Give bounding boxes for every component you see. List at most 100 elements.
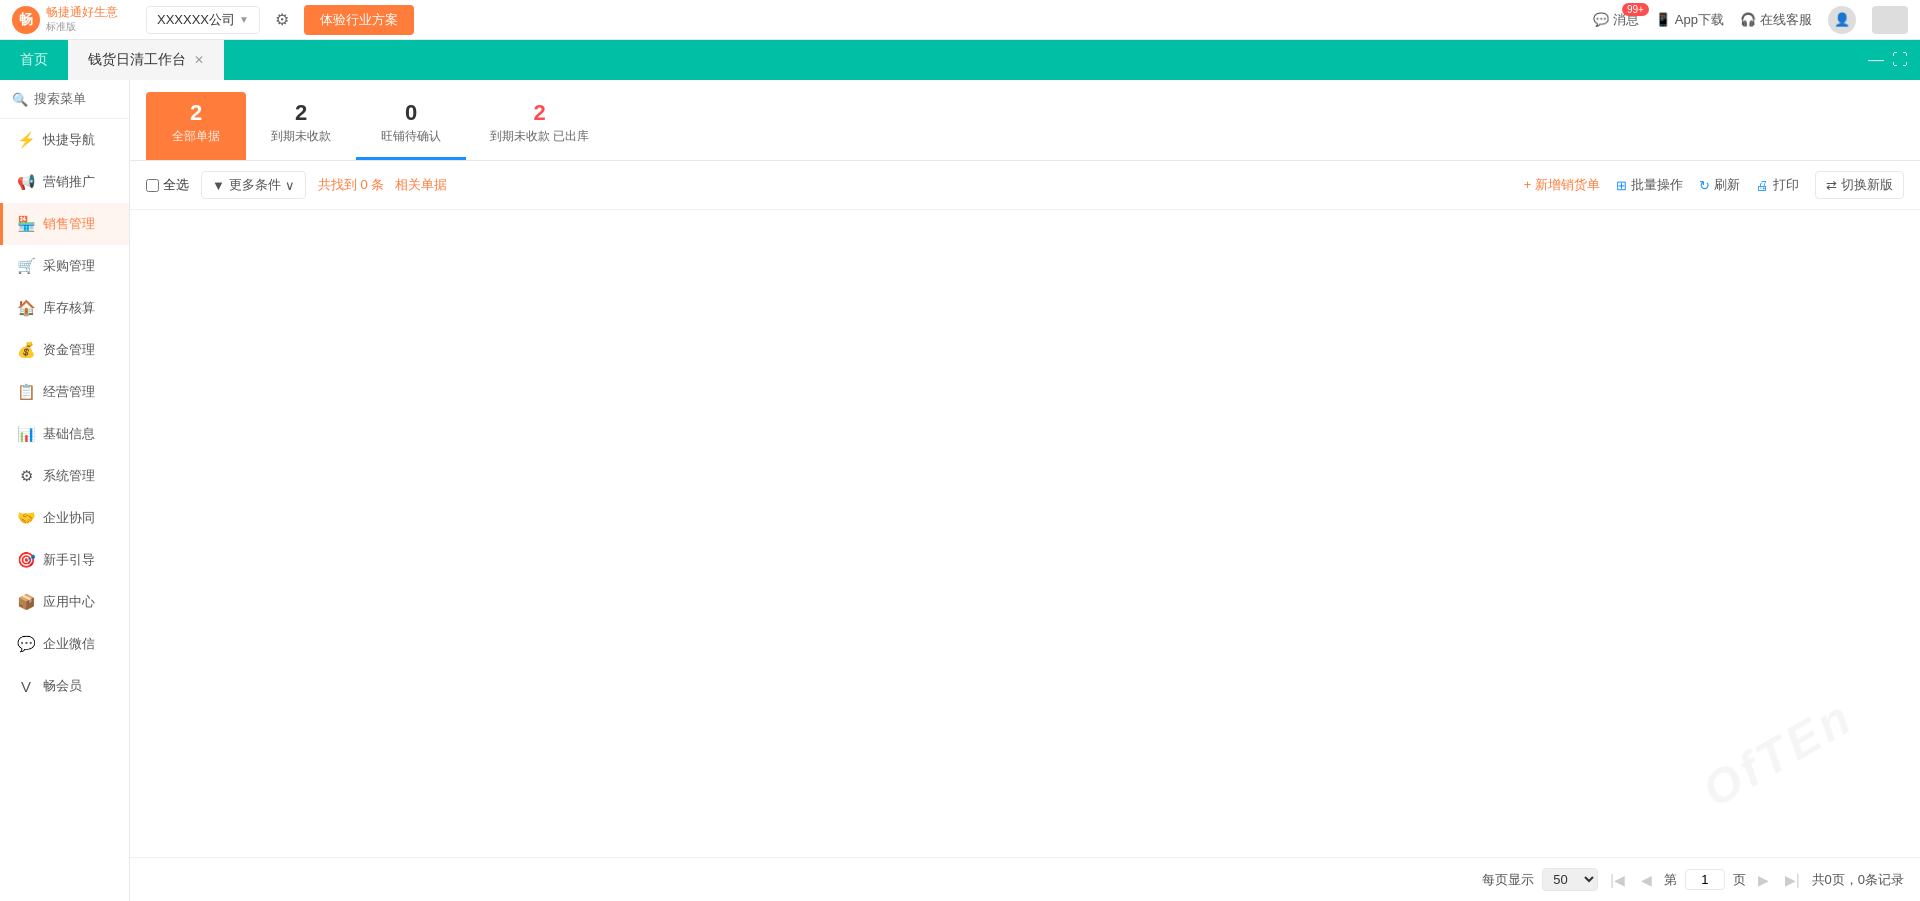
quick-nav-icon: ⚡	[17, 131, 35, 149]
stat-tab-shipped[interactable]: 2 到期未收款 已出库	[466, 92, 613, 160]
switch-icon: ⇄	[1826, 178, 1837, 193]
guide-icon: 🎯	[17, 551, 35, 569]
tab-bar-actions: — ⛶	[1868, 51, 1920, 69]
app-download-button[interactable]: 📱 App下载	[1655, 11, 1724, 29]
page-label-end: 页	[1733, 871, 1746, 889]
sidebar-item-quick-nav[interactable]: ⚡ 快捷导航	[0, 119, 129, 161]
print-icon: 🖨	[1756, 178, 1769, 193]
stats-tabs: 2 全部单据 2 到期未收款 0 旺铺待确认 2 到期未收款 已出库	[130, 80, 1920, 161]
sidebar-search[interactable]: 🔍 搜索菜单	[0, 80, 129, 119]
wechat-icon: 💬	[17, 635, 35, 653]
stat-tab-overdue[interactable]: 2 到期未收款	[246, 92, 356, 160]
sidebar-item-system[interactable]: ⚙ 系统管理	[0, 455, 129, 497]
download-icon: 📱	[1655, 12, 1671, 27]
batch-icon: ⊞	[1616, 178, 1627, 193]
stat-tab-pending[interactable]: 0 旺铺待确认	[356, 92, 466, 160]
page-input[interactable]	[1685, 869, 1725, 890]
stat-num-pending: 0	[405, 100, 417, 126]
sidebar-item-enterprise-wechat[interactable]: 💬 企业微信	[0, 623, 129, 665]
result-text: 共找到 0 条 相关单据	[318, 176, 447, 194]
trial-button[interactable]: 体验行业方案	[304, 5, 414, 35]
finance-icon: 💰	[17, 341, 35, 359]
content-area: 2 全部单据 2 到期未收款 0 旺铺待确认 2 到期未收款 已出库 全选	[130, 80, 1920, 901]
per-page-select[interactable]: 50 20 100	[1542, 868, 1598, 891]
prev-page-button[interactable]: ◀	[1637, 870, 1656, 890]
message-badge: 99+	[1622, 3, 1649, 16]
header-right: 💬 消息 99+ 📱 App下载 🎧 在线客服 👤	[1593, 6, 1908, 34]
avatar[interactable]: 👤	[1828, 6, 1856, 34]
inventory-icon: 🏠	[17, 299, 35, 317]
top-header: 畅 畅捷通好生意 标准版 XXXXXX公司 ▼ ⚙ 体验行业方案 💬 消息 99…	[0, 0, 1920, 40]
refresh-icon: ↻	[1699, 178, 1710, 193]
sidebar-item-guide[interactable]: 🎯 新手引导	[0, 539, 129, 581]
user-menu[interactable]	[1872, 6, 1908, 34]
tab-workbench[interactable]: 钱货日清工作台 ✕	[68, 40, 224, 80]
sidebar-item-basic-info[interactable]: 📊 基础信息	[0, 413, 129, 455]
filter-icon: ▼	[212, 178, 225, 193]
select-all-checkbox[interactable]: 全选	[146, 176, 189, 194]
toolbar: 全选 ▼ 更多条件 ∨ 共找到 0 条 相关单据 + 新增销货单	[130, 161, 1920, 210]
select-all-input[interactable]	[146, 179, 159, 192]
search-icon: 🔍	[12, 92, 28, 107]
sidebar-item-purchase[interactable]: 🛒 采购管理	[0, 245, 129, 287]
next-page-button[interactable]: ▶	[1754, 870, 1773, 890]
sidebar-item-inventory[interactable]: 🏠 库存核算	[0, 287, 129, 329]
stat-num-all: 2	[190, 100, 202, 126]
chevron-down-icon: ∨	[285, 178, 295, 193]
company-selector[interactable]: XXXXXX公司 ▼	[146, 6, 260, 34]
app-center-icon: 📦	[17, 593, 35, 611]
sidebar-item-app-center[interactable]: 📦 应用中心	[0, 581, 129, 623]
enterprise-icon: 🤝	[17, 509, 35, 527]
main-layout: 🔍 搜索菜单 ⚡ 快捷导航 📢 营销推广 🏪 销售管理 🛒 采购管理 🏠 库存核…	[0, 80, 1920, 901]
header-left: 畅 畅捷通好生意 标准版 XXXXXX公司 ▼ ⚙ 体验行业方案	[12, 5, 414, 35]
refresh-button[interactable]: ↻ 刷新	[1699, 176, 1740, 194]
close-icon[interactable]: ✕	[194, 53, 204, 67]
tab-bar: 首页 钱货日清工作台 ✕ — ⛶	[0, 40, 1920, 80]
sidebar-item-sales[interactable]: 🏪 销售管理	[0, 203, 129, 245]
switch-version-button[interactable]: ⇄ 切换新版	[1815, 171, 1904, 199]
headset-icon: 🎧	[1740, 12, 1756, 27]
operations-icon: 📋	[17, 383, 35, 401]
sidebar-item-operations[interactable]: 📋 经营管理	[0, 371, 129, 413]
company-name: XXXXXX公司	[157, 11, 235, 29]
stat-label-pending: 旺铺待确认	[381, 128, 441, 145]
user-icon: 👤	[1834, 12, 1850, 27]
batch-action-button[interactable]: ⊞ 批量操作	[1616, 176, 1683, 194]
sidebar-item-finance[interactable]: 💰 资金管理	[0, 329, 129, 371]
filter-button[interactable]: ▼ 更多条件 ∨	[201, 171, 306, 199]
per-page-label: 每页显示	[1482, 871, 1534, 889]
first-page-button[interactable]: |◀	[1606, 870, 1629, 890]
stat-num-overdue: 2	[295, 100, 307, 126]
message-button[interactable]: 💬 消息 99+	[1593, 11, 1639, 29]
purchase-icon: 🛒	[17, 257, 35, 275]
sidebar-item-marketing[interactable]: 📢 营销推广	[0, 161, 129, 203]
page-label: 第	[1664, 871, 1677, 889]
logo-area: 畅 畅捷通好生意 标准版	[12, 5, 118, 35]
stat-label-all: 全部单据	[172, 128, 220, 145]
minimize-icon[interactable]: —	[1868, 51, 1884, 69]
sales-icon: 🏪	[17, 215, 35, 233]
stat-label-shipped: 到期未收款 已出库	[490, 128, 589, 145]
sidebar-item-member[interactable]: V 畅会员	[0, 665, 129, 707]
sidebar: 🔍 搜索菜单 ⚡ 快捷导航 📢 营销推广 🏪 销售管理 🛒 采购管理 🏠 库存核…	[0, 80, 130, 901]
toolbar-right: + 新增销货单 ⊞ 批量操作 ↻ 刷新 🖨 打印 ⇄ 切换新版	[1524, 171, 1904, 199]
expand-icon[interactable]: ⛶	[1892, 51, 1908, 69]
tab-home[interactable]: 首页	[0, 40, 68, 80]
last-page-button[interactable]: ▶|	[1781, 870, 1804, 890]
table-area	[130, 210, 1920, 857]
logo-icon: 畅	[12, 6, 40, 34]
message-icon: 💬	[1593, 12, 1609, 27]
pagination-bar: 每页显示 50 20 100 |◀ ◀ 第 页 ▶ ▶| 共0页，0条记录	[130, 857, 1920, 901]
print-button[interactable]: 🖨 打印	[1756, 176, 1799, 194]
basic-info-icon: 📊	[17, 425, 35, 443]
chevron-down-icon: ▼	[239, 14, 249, 25]
add-sale-order-button[interactable]: + 新增销货单	[1524, 176, 1600, 194]
online-service-button[interactable]: 🎧 在线客服	[1740, 11, 1812, 29]
settings-icon[interactable]: ⚙	[268, 6, 296, 34]
logo-text: 畅捷通好生意 标准版	[46, 5, 118, 35]
toolbar-left: 全选 ▼ 更多条件 ∨ 共找到 0 条 相关单据	[146, 171, 447, 199]
sidebar-item-enterprise[interactable]: 🤝 企业协同	[0, 497, 129, 539]
system-icon: ⚙	[17, 467, 35, 485]
marketing-icon: 📢	[17, 173, 35, 191]
stat-tab-all[interactable]: 2 全部单据	[146, 92, 246, 160]
